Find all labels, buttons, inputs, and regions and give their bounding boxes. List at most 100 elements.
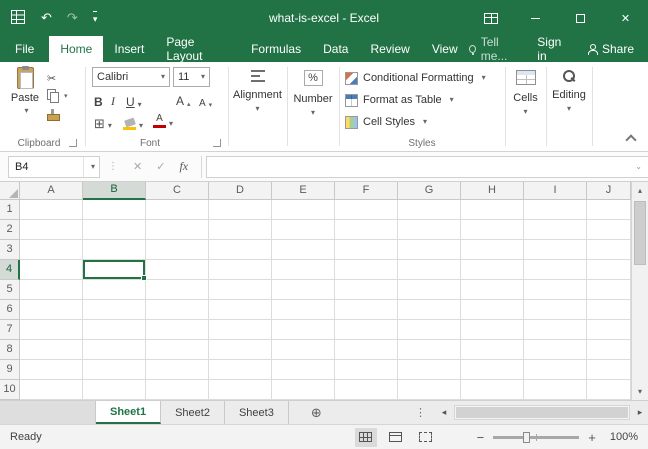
tab-scroll-splitter[interactable]: ⋮ (415, 401, 426, 424)
underline-button[interactable]: U ▾ (126, 91, 142, 109)
cell-C6[interactable] (146, 300, 209, 320)
cell-D2[interactable] (209, 220, 272, 240)
cell-G10[interactable] (398, 380, 461, 400)
cell-E9[interactable] (272, 360, 335, 380)
row-header-2[interactable]: 2 (0, 220, 20, 240)
column-header-G[interactable]: G (398, 182, 461, 200)
cell-J6[interactable] (587, 300, 631, 320)
close-button[interactable]: ✕ (603, 0, 648, 36)
cell-C8[interactable] (146, 340, 209, 360)
tab-formulas[interactable]: Formulas (240, 36, 312, 62)
decrease-font-size-button[interactable]: A ▾ (199, 91, 212, 109)
paste-dropdown-icon[interactable]: ▾ (24, 107, 28, 115)
cell-D7[interactable] (209, 320, 272, 340)
cell-F2[interactable] (335, 220, 398, 240)
cell-E7[interactable] (272, 320, 335, 340)
cell-A1[interactable] (20, 200, 83, 220)
paste-button[interactable]: Paste ▾ (7, 66, 43, 129)
cell-G5[interactable] (398, 280, 461, 300)
cell-B5[interactable] (83, 280, 146, 300)
share-button[interactable]: Share (587, 42, 648, 56)
insert-function-button[interactable]: fx (179, 159, 188, 174)
hscroll-right-button[interactable]: ▸ (632, 401, 648, 424)
cell-A10[interactable] (20, 380, 83, 400)
cell-E3[interactable] (272, 240, 335, 260)
column-header-J[interactable]: J (587, 182, 631, 200)
cell-D6[interactable] (209, 300, 272, 320)
column-header-A[interactable]: A (20, 182, 83, 200)
bold-button[interactable]: B (94, 91, 103, 109)
cell-F7[interactable] (335, 320, 398, 340)
sheet-tab-sheet2[interactable]: Sheet2 (161, 401, 225, 424)
tell-me-box[interactable]: Tell me... (468, 35, 522, 63)
column-header-F[interactable]: F (335, 182, 398, 200)
cell-G1[interactable] (398, 200, 461, 220)
column-header-C[interactable]: C (146, 182, 209, 200)
cell-J10[interactable] (587, 380, 631, 400)
cell-G9[interactable] (398, 360, 461, 380)
cut-button[interactable]: ✂ (47, 70, 75, 86)
tab-data[interactable]: Data (312, 36, 359, 62)
zoom-out-button[interactable]: − (477, 430, 485, 445)
select-all-corner[interactable] (0, 182, 20, 200)
tab-page-layout[interactable]: Page Layout (155, 35, 240, 63)
cell-H9[interactable] (461, 360, 524, 380)
cell-I6[interactable] (524, 300, 587, 320)
cell-D5[interactable] (209, 280, 272, 300)
cell-H3[interactable] (461, 240, 524, 260)
tab-file[interactable]: File (0, 36, 49, 62)
cell-I3[interactable] (524, 240, 587, 260)
cell-B6[interactable] (83, 300, 146, 320)
cell-F5[interactable] (335, 280, 398, 300)
tab-home[interactable]: Home (49, 36, 104, 62)
clipboard-dialog-launcher[interactable] (69, 139, 77, 147)
cell-F6[interactable] (335, 300, 398, 320)
name-box-dropdown-icon[interactable]: ▾ (91, 162, 95, 171)
horizontal-scroll-thumb[interactable] (456, 407, 628, 418)
cell-B7[interactable] (83, 320, 146, 340)
cell-J4[interactable] (587, 260, 631, 280)
cell-A9[interactable] (20, 360, 83, 380)
cell-A4[interactable] (20, 260, 83, 280)
scroll-up-button[interactable]: ▴ (632, 182, 648, 199)
cell-C3[interactable] (146, 240, 209, 260)
excel-app-icon[interactable] (10, 9, 26, 28)
cell-C1[interactable] (146, 200, 209, 220)
cell-D8[interactable] (209, 340, 272, 360)
copy-button[interactable]: ▾ (47, 88, 75, 104)
cell-J2[interactable] (587, 220, 631, 240)
cell-B2[interactable] (83, 220, 146, 240)
cell-B4[interactable] (83, 260, 147, 281)
italic-button[interactable]: I (111, 91, 115, 109)
font-color-dropdown-icon[interactable]: ▾ (169, 120, 173, 128)
cell-E5[interactable] (272, 280, 335, 300)
vertical-scroll-thumb[interactable] (634, 201, 646, 265)
minimize-button[interactable] (513, 0, 558, 36)
cell-D9[interactable] (209, 360, 272, 380)
row-header-1[interactable]: 1 (0, 200, 20, 220)
font-size-select[interactable]: 11 ▾ (173, 67, 210, 87)
cell-D10[interactable] (209, 380, 272, 400)
copy-dropdown-icon[interactable]: ▾ (64, 93, 68, 100)
cell-J5[interactable] (587, 280, 631, 300)
borders-button[interactable]: ⊞ ▾ (94, 112, 112, 130)
cell-H7[interactable] (461, 320, 524, 340)
cell-C4[interactable] (146, 260, 209, 280)
tab-view[interactable]: View (421, 36, 469, 62)
sign-in-button[interactable]: Sign in (537, 35, 569, 63)
cell-G3[interactable] (398, 240, 461, 260)
cell-H2[interactable] (461, 220, 524, 240)
cell-A6[interactable] (20, 300, 83, 320)
cell-I5[interactable] (524, 280, 587, 300)
cell-C2[interactable] (146, 220, 209, 240)
cell-F4[interactable] (335, 260, 398, 280)
fill-color-dropdown-icon[interactable]: ▾ (139, 122, 143, 130)
cell-F3[interactable] (335, 240, 398, 260)
cancel-button[interactable]: ✕ (133, 160, 142, 173)
cell-A8[interactable] (20, 340, 83, 360)
page-layout-view-button[interactable] (385, 428, 407, 447)
format-painter-button[interactable] (47, 107, 75, 123)
row-header-6[interactable]: 6 (0, 300, 20, 320)
customize-qat-button[interactable]: ▾ (92, 11, 98, 25)
increase-font-size-button[interactable]: A ▴ (176, 90, 191, 108)
